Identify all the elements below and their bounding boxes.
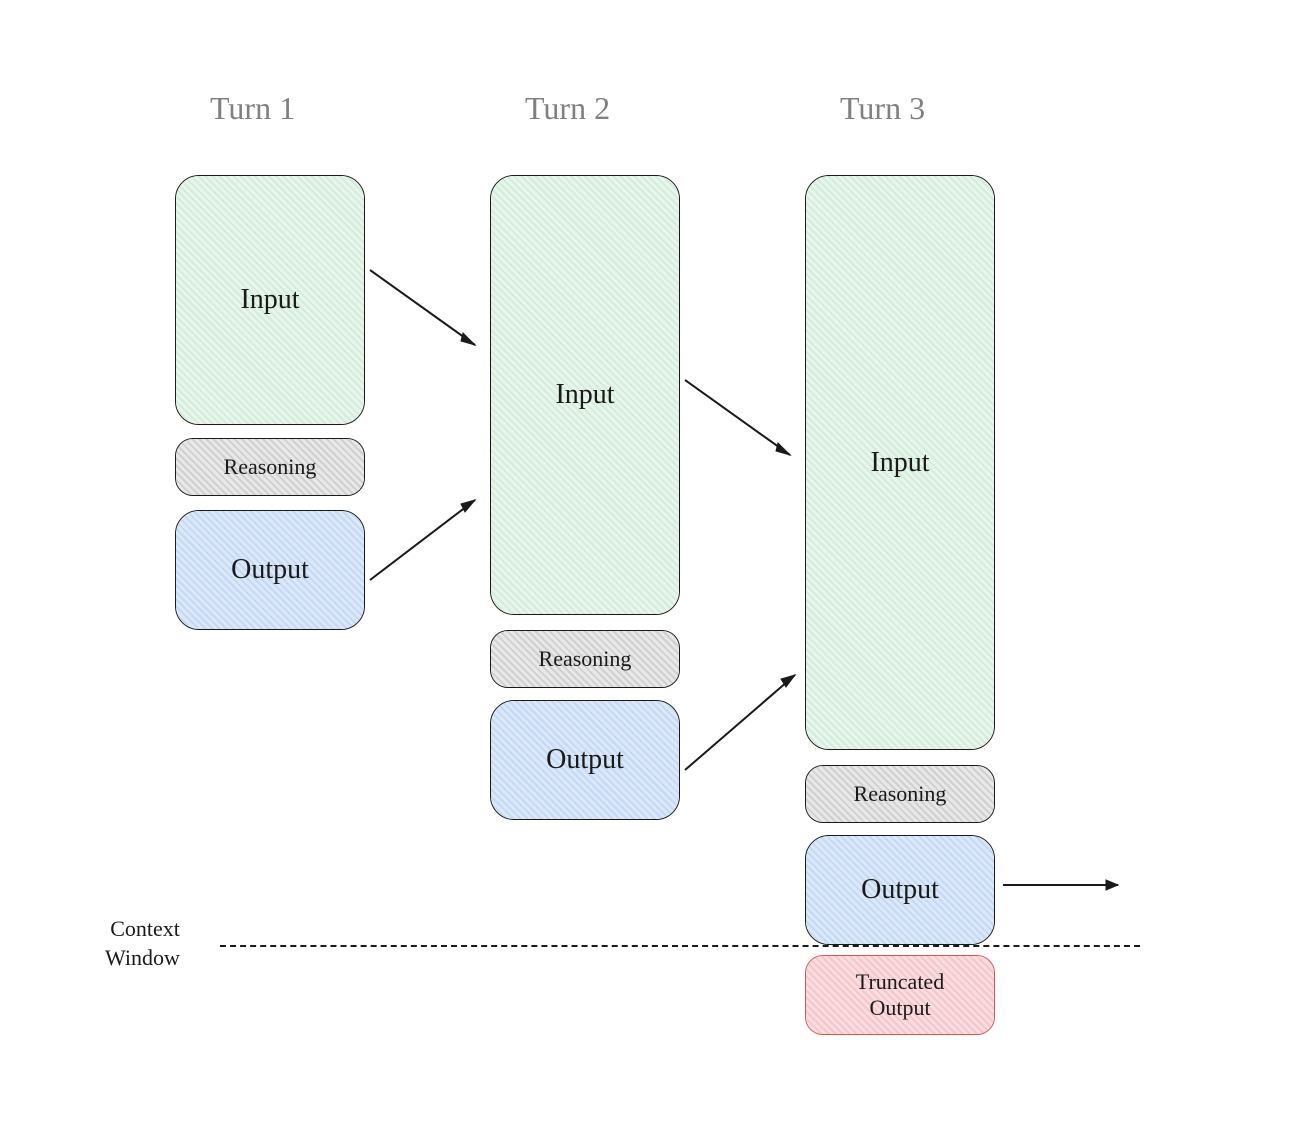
context-window-line xyxy=(220,945,1140,947)
turn-3-label: Turn 3 xyxy=(840,90,925,127)
diagram-canvas: Turn 1 Turn 2 Turn 3 Input Reasoning Out… xyxy=(0,0,1302,1138)
turn1-reasoning-label: Reasoning xyxy=(224,454,317,480)
turn2-output-label: Output xyxy=(546,743,624,777)
arrow-input2-to-input3 xyxy=(680,375,810,475)
arrow-output3-out xyxy=(998,870,1133,900)
turn1-output-box: Output xyxy=(175,510,365,630)
turn-2-label: Turn 2 xyxy=(525,90,610,127)
turn3-reasoning-label: Reasoning xyxy=(854,781,947,807)
turn2-input-label: Input xyxy=(555,378,614,412)
arrow-output1-to-input2 xyxy=(365,490,495,590)
turn3-output-box: Output xyxy=(805,835,995,945)
turn1-input-box: Input xyxy=(175,175,365,425)
turn2-reasoning-label: Reasoning xyxy=(539,646,632,672)
turn2-input-box: Input xyxy=(490,175,680,615)
turn3-truncated-label: Truncated Output xyxy=(856,969,944,1022)
turn1-input-label: Input xyxy=(240,283,299,317)
turn3-input-label: Input xyxy=(870,446,929,480)
turn-1-label: Turn 1 xyxy=(210,90,295,127)
turn2-reasoning-box: Reasoning xyxy=(490,630,680,688)
turn3-output-label: Output xyxy=(861,873,939,907)
arrow-input1-to-input2 xyxy=(365,265,495,365)
context-window-label: Context Window xyxy=(105,915,180,972)
arrow-output2-to-input3 xyxy=(680,660,810,780)
turn1-output-label: Output xyxy=(231,553,309,587)
turn3-truncated-box: Truncated Output xyxy=(805,955,995,1035)
turn3-input-box: Input xyxy=(805,175,995,750)
turn2-output-box: Output xyxy=(490,700,680,820)
turn1-reasoning-box: Reasoning xyxy=(175,438,365,496)
turn3-reasoning-box: Reasoning xyxy=(805,765,995,823)
